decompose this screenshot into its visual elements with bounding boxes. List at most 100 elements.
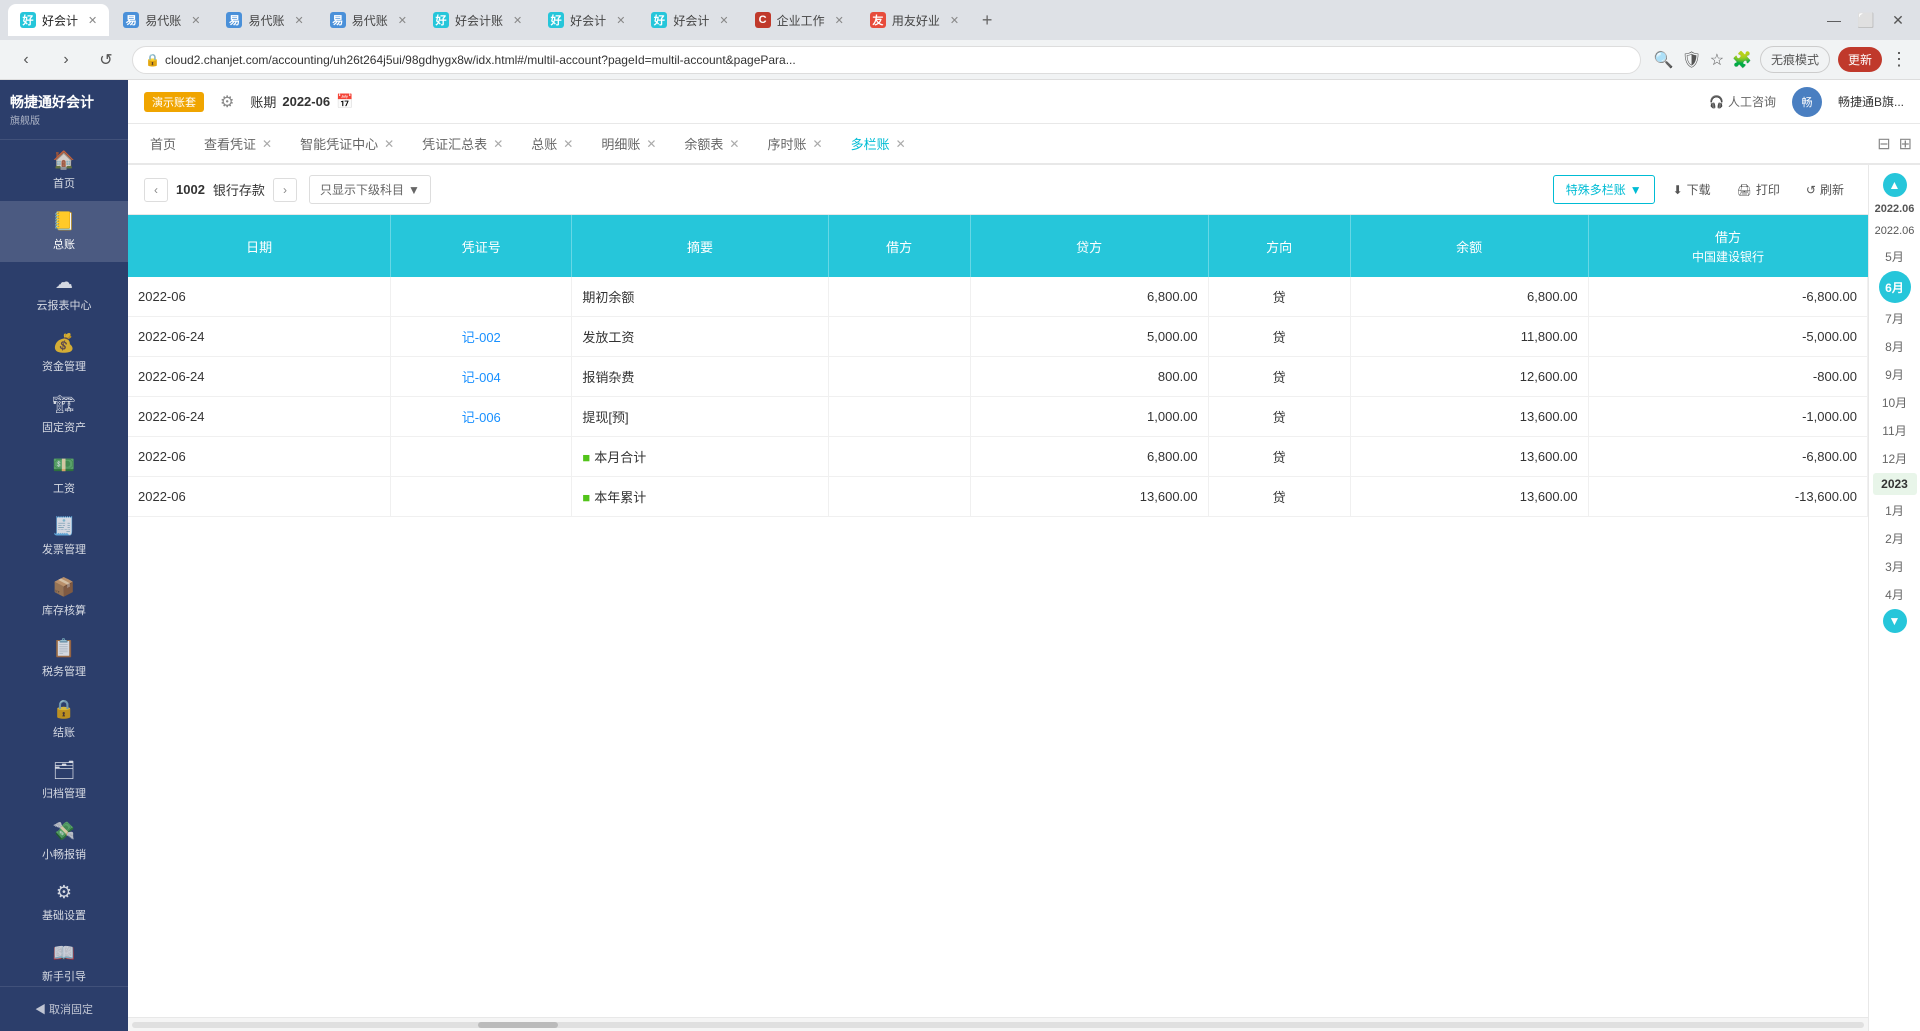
tab-chronological[interactable]: 序时账 ✕ — [753, 124, 836, 165]
close-button[interactable]: ✕ — [1884, 6, 1912, 34]
tab-voucher-view-close[interactable]: ✕ — [262, 137, 272, 151]
tab-collapse-icon[interactable]: ⊟ — [1877, 134, 1890, 154]
tab-close-6[interactable]: ✕ — [616, 14, 625, 27]
sidebar-item-guide[interactable]: 📖 新手引导 — [0, 933, 128, 986]
tab-close-3[interactable]: ✕ — [398, 14, 407, 27]
month-item-6[interactable]: 6月 — [1879, 271, 1911, 303]
tab-voucher-view[interactable]: 查看凭证 ✕ — [190, 124, 286, 165]
sidebar-item-payroll[interactable]: 💵 工资 — [0, 445, 128, 506]
tab-close-1[interactable]: ✕ — [191, 14, 200, 27]
tab-expand-icon[interactable]: ⊞ — [1899, 134, 1912, 154]
month-item-12[interactable]: 12月 — [1873, 445, 1917, 471]
print-button[interactable]: 🖨 打印 — [1729, 176, 1788, 203]
scrollbar-thumb[interactable] — [478, 1022, 558, 1028]
next-account-button[interactable]: › — [273, 178, 297, 202]
bookmark-icon[interactable]: ☆ — [1710, 50, 1724, 70]
incognito-button[interactable]: 无痕模式 — [1760, 46, 1830, 73]
refresh-button[interactable]: ↺ 刷新 — [1798, 176, 1852, 203]
month-item-9[interactable]: 9月 — [1873, 361, 1917, 387]
sidebar-item-report[interactable]: ☁ 云报表中心 — [0, 262, 128, 323]
sidebar-item-invoice[interactable]: 🧾 发票管理 — [0, 506, 128, 567]
tab-5[interactable]: 好 好会计 ✕ — [8, 4, 109, 36]
tab-smart-voucher-close[interactable]: ✕ — [384, 137, 394, 151]
month-item-3[interactable]: 3月 — [1873, 553, 1917, 579]
tab-close-7[interactable]: ✕ — [719, 14, 728, 27]
header-settings-icon[interactable]: ⚙ — [220, 92, 234, 112]
tab-close-2[interactable]: ✕ — [294, 14, 303, 27]
th-voucher: 凭证号 — [391, 215, 572, 277]
month-item-10[interactable]: 10月 — [1873, 389, 1917, 415]
voucher-link-4[interactable]: 记-006 — [462, 410, 501, 425]
tab-detail-ledger-close[interactable]: ✕ — [646, 137, 656, 151]
menu-button[interactable]: ⋮ — [1890, 49, 1908, 70]
tab-multi-col-close[interactable]: ✕ — [896, 137, 906, 151]
service-button[interactable]: 🎧 人工咨询 — [1709, 93, 1776, 110]
month-item-11[interactable]: 11月 — [1873, 417, 1917, 443]
tab-9[interactable]: 友 用友好业 ✕ — [858, 4, 971, 36]
tab-general-ledger-close[interactable]: ✕ — [563, 137, 573, 151]
sidebar-item-tax[interactable]: 📋 税务管理 — [0, 628, 128, 689]
tab-6[interactable]: 好 好会计 ✕ — [536, 4, 637, 36]
forward-button[interactable]: › — [52, 46, 80, 74]
restore-button[interactable]: ⬜ — [1852, 6, 1880, 34]
tab-close-8[interactable]: ✕ — [835, 14, 844, 27]
tab-4[interactable]: 好 好会计账 ✕ — [421, 4, 534, 36]
tab-7[interactable]: 好 好会计 ✕ — [639, 4, 740, 36]
tab-close-9[interactable]: ✕ — [950, 14, 959, 27]
month-item-2[interactable]: 2月 — [1873, 525, 1917, 551]
tab-close-4[interactable]: ✕ — [513, 14, 522, 27]
tab-8[interactable]: C 企业工作 ✕ — [743, 4, 856, 36]
sidebar-item-home[interactable]: 🏠 首页 — [0, 140, 128, 201]
tab-general-ledger[interactable]: 总账 ✕ — [517, 124, 587, 165]
prev-account-button[interactable]: ‹ — [144, 178, 168, 202]
month-item-8[interactable]: 8月 — [1873, 333, 1917, 359]
filter-button[interactable]: 只显示下级科目 ▼ — [309, 175, 431, 204]
sidebar-item-close[interactable]: 🔒 结账 — [0, 689, 128, 750]
horizontal-scrollbar[interactable] — [128, 1017, 1868, 1031]
multi-col-button[interactable]: 特殊多栏账 ▼ — [1553, 175, 1655, 204]
new-tab-button[interactable]: + — [973, 6, 1001, 34]
ad-block-icon[interactable]: 🛡 — [1681, 50, 1701, 70]
month-item-5[interactable]: 5月 — [1873, 243, 1917, 269]
tab-voucher-summary-close[interactable]: ✕ — [493, 137, 503, 151]
tab-home[interactable]: 首页 — [136, 124, 190, 165]
sidebar-item-expense[interactable]: 💸 小畅报销 — [0, 811, 128, 872]
tab-balance[interactable]: 余额表 ✕ — [670, 124, 753, 165]
address-input[interactable]: 🔒 cloud2.chanjet.com/accounting/uh26t264… — [132, 46, 1641, 74]
month-item-1[interactable]: 1月 — [1873, 497, 1917, 523]
tab-voucher-summary[interactable]: 凭证汇总表 ✕ — [408, 124, 517, 165]
sidebar-collapse-button[interactable]: ◀ 取消固定 — [6, 995, 122, 1023]
sidebar-item-archive[interactable]: 🗂 归档管理 — [0, 750, 128, 811]
sidebar-item-settings[interactable]: ⚙ 基础设置 — [0, 872, 128, 933]
sidebar-item-ledger[interactable]: 📒 总账 — [0, 201, 128, 262]
sidebar-item-assets[interactable]: 🏗 固定资产 — [0, 384, 128, 445]
month-down-button[interactable]: ▼ — [1883, 609, 1907, 633]
tab-close-5[interactable]: ✕ — [88, 14, 97, 27]
print-icon: 🖨 — [1737, 183, 1752, 197]
download-button[interactable]: ⬇ 下载 — [1665, 176, 1719, 203]
back-button[interactable]: ‹ — [12, 46, 40, 74]
voucher-link-3[interactable]: 记-004 — [462, 370, 501, 385]
voucher-link-2[interactable]: 记-002 — [462, 330, 501, 345]
tab-2[interactable]: 易 易代账 ✕ — [214, 4, 315, 36]
update-button[interactable]: 更新 — [1838, 47, 1882, 72]
refresh-nav-button[interactable]: ↺ — [92, 46, 120, 74]
minimize-button[interactable]: — — [1820, 6, 1848, 34]
cell-direction-6: 贷 — [1208, 477, 1350, 517]
extension-icon[interactable]: 🧩 — [1732, 50, 1752, 70]
search-browser-button[interactable]: 🔍 — [1653, 50, 1673, 70]
sidebar-item-funds[interactable]: 💰 资金管理 — [0, 323, 128, 384]
tab-balance-close[interactable]: ✕ — [729, 137, 739, 151]
month-up-button[interactable]: ▲ — [1883, 173, 1907, 197]
month-item-4[interactable]: 4月 — [1873, 581, 1917, 607]
month-item-7[interactable]: 7月 — [1873, 305, 1917, 331]
tab-smart-voucher[interactable]: 智能凭证中心 ✕ — [286, 124, 408, 165]
calendar-icon[interactable]: 📅 — [336, 93, 353, 110]
tab-3[interactable]: 易 易代账 ✕ — [318, 4, 419, 36]
tab-detail-ledger[interactable]: 明细账 ✕ — [587, 124, 670, 165]
tab-chronological-close[interactable]: ✕ — [813, 137, 823, 151]
sidebar-item-inventory[interactable]: 📦 库存核算 — [0, 567, 128, 628]
tab-1[interactable]: 易 易代账 ✕ — [111, 4, 212, 36]
tab-multi-col[interactable]: 多栏账 ✕ — [837, 124, 920, 165]
ledger-toolbar: ‹ 1002 银行存款 › 只显示下级科目 ▼ 特殊多栏账 ▼ — [128, 165, 1868, 215]
